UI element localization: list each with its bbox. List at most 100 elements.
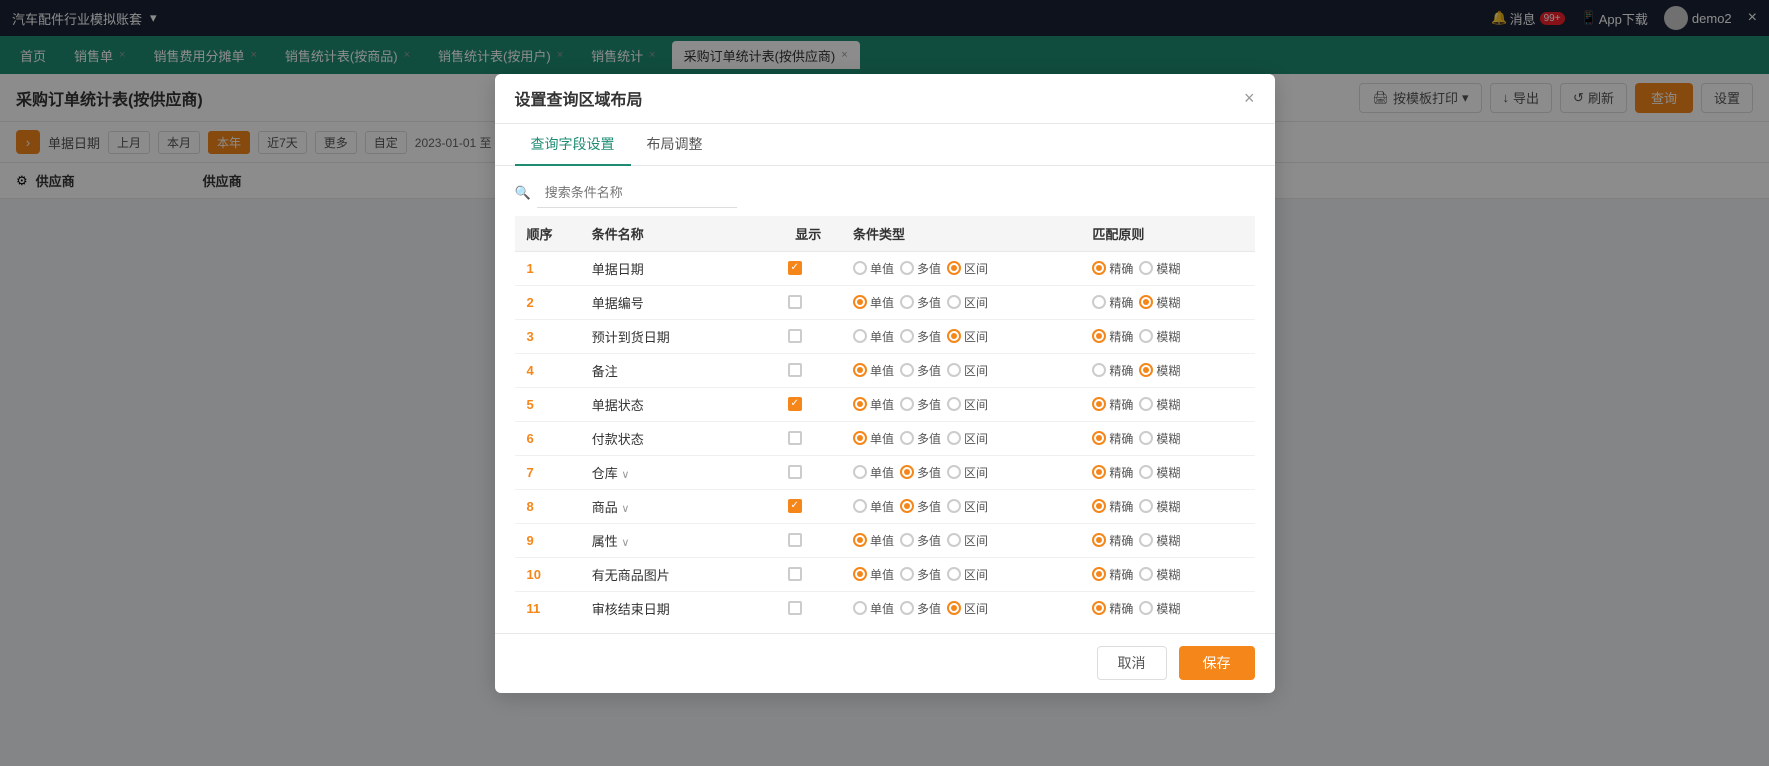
type-radio-单值-9[interactable] xyxy=(853,567,867,581)
type-radio-多值-3[interactable] xyxy=(900,363,914,377)
condition-search-input[interactable] xyxy=(537,178,737,208)
display-checkbox-4[interactable] xyxy=(788,397,802,411)
row-display-8[interactable] xyxy=(776,523,841,557)
display-checkbox-0[interactable] xyxy=(788,261,802,275)
match-radio-模糊-8[interactable] xyxy=(1139,533,1153,547)
row-display-0[interactable] xyxy=(776,251,841,285)
match-radio-精确-4[interactable] xyxy=(1092,397,1106,411)
modal-close-btn[interactable]: × xyxy=(1244,89,1255,107)
match-radio-精确-6[interactable] xyxy=(1092,465,1106,479)
type-radio-区间-10[interactable] xyxy=(947,601,961,615)
cancel-btn[interactable]: 取消 xyxy=(1097,646,1167,680)
match-radio-精确-5[interactable] xyxy=(1092,431,1106,445)
type-radio-多值-10[interactable] xyxy=(900,601,914,615)
type-radio-区间-9[interactable] xyxy=(947,567,961,581)
match-radio-精确-7[interactable] xyxy=(1092,499,1106,513)
type-radio-多值-8[interactable] xyxy=(900,533,914,547)
type-radio-区间-5[interactable] xyxy=(947,431,961,445)
match-radio-精确-9[interactable] xyxy=(1092,567,1106,581)
match-radio-精确-10[interactable] xyxy=(1092,601,1106,615)
display-checkbox-2[interactable] xyxy=(788,329,802,343)
row-order-5: 6 xyxy=(515,421,580,455)
match-radio-精确-0[interactable] xyxy=(1092,261,1106,275)
type-radio-单值-5[interactable] xyxy=(853,431,867,445)
modal-tab-query-fields[interactable]: 查询字段设置 xyxy=(515,124,631,166)
match-radio-精确-8[interactable] xyxy=(1092,533,1106,547)
match-radio-精确-3[interactable] xyxy=(1092,363,1106,377)
row-order-4: 5 xyxy=(515,387,580,421)
type-radio-区间-6[interactable] xyxy=(947,465,961,479)
type-radio-区间-1[interactable] xyxy=(947,295,961,309)
row-display-5[interactable] xyxy=(776,421,841,455)
type-radio-单值-6[interactable] xyxy=(853,465,867,479)
row-display-2[interactable] xyxy=(776,319,841,353)
type-radio-区间-2[interactable] xyxy=(947,329,961,343)
match-radio-模糊-1[interactable] xyxy=(1139,295,1153,309)
display-checkbox-10[interactable] xyxy=(788,601,802,615)
type-radio-多值-1[interactable] xyxy=(900,295,914,309)
display-checkbox-1[interactable] xyxy=(788,295,802,309)
match-radio-模糊-6[interactable] xyxy=(1139,465,1153,479)
type-radio-单值-0[interactable] xyxy=(853,261,867,275)
display-checkbox-3[interactable] xyxy=(788,363,802,377)
display-checkbox-8[interactable] xyxy=(788,533,802,547)
match-radio-精确-2[interactable] xyxy=(1092,329,1106,343)
match-radio-精确-1[interactable] xyxy=(1092,295,1106,309)
match-radio-模糊-0[interactable] xyxy=(1139,261,1153,275)
display-checkbox-5[interactable] xyxy=(788,431,802,445)
table-row: 10有无商品图片单值多值区间精确模糊 xyxy=(515,557,1255,591)
type-radio-多值-6[interactable] xyxy=(900,465,914,479)
row-display-7[interactable] xyxy=(776,489,841,523)
type-radio-多值-0[interactable] xyxy=(900,261,914,275)
row-order-3: 4 xyxy=(515,353,580,387)
row-display-4[interactable] xyxy=(776,387,841,421)
type-radio-多值-4[interactable] xyxy=(900,397,914,411)
type-radio-区间-8[interactable] xyxy=(947,533,961,547)
type-radio-单值-7[interactable] xyxy=(853,499,867,513)
row-type-8: 单值多值区间 xyxy=(841,523,1080,557)
type-radio-单值-4[interactable] xyxy=(853,397,867,411)
type-radio-多值-7[interactable] xyxy=(900,499,914,513)
match-radio-模糊-3[interactable] xyxy=(1139,363,1153,377)
row-display-3[interactable] xyxy=(776,353,841,387)
match-radio-模糊-5[interactable] xyxy=(1139,431,1153,445)
row-display-6[interactable] xyxy=(776,455,841,489)
row-name-6: 仓库 ∨ xyxy=(580,455,776,489)
type-radio-多值-2[interactable] xyxy=(900,329,914,343)
row-match-4: 精确模糊 xyxy=(1080,387,1254,421)
type-radio-单值-1[interactable] xyxy=(853,295,867,309)
type-radio-单值-3[interactable] xyxy=(853,363,867,377)
type-radio-区间-3[interactable] xyxy=(947,363,961,377)
type-radio-多值-5[interactable] xyxy=(900,431,914,445)
row-display-10[interactable] xyxy=(776,591,841,625)
row-type-0: 单值多值区间 xyxy=(841,251,1080,285)
match-radio-模糊-2[interactable] xyxy=(1139,329,1153,343)
type-radio-区间-7[interactable] xyxy=(947,499,961,513)
type-radio-单值-2[interactable] xyxy=(853,329,867,343)
type-radio-区间-4[interactable] xyxy=(947,397,961,411)
save-btn[interactable]: 保存 xyxy=(1179,646,1255,680)
match-radio-模糊-10[interactable] xyxy=(1139,601,1153,615)
row-type-9: 单值多值区间 xyxy=(841,557,1080,591)
row-display-9[interactable] xyxy=(776,557,841,591)
display-checkbox-6[interactable] xyxy=(788,465,802,479)
type-radio-单值-10[interactable] xyxy=(853,601,867,615)
display-checkbox-7[interactable] xyxy=(788,499,802,513)
modal-tab-layout[interactable]: 布局调整 xyxy=(631,124,719,166)
row-match-10: 精确模糊 xyxy=(1080,591,1254,625)
row-display-1[interactable] xyxy=(776,285,841,319)
type-radio-区间-0[interactable] xyxy=(947,261,961,275)
match-radio-模糊-7[interactable] xyxy=(1139,499,1153,513)
conditions-table: 顺序 条件名称 显示 条件类型 匹配原则 1单据日期单值多值区间精确模糊2单据编… xyxy=(515,216,1255,625)
type-radio-单值-8[interactable] xyxy=(853,533,867,547)
match-radio-模糊-9[interactable] xyxy=(1139,567,1153,581)
row-match-3: 精确模糊 xyxy=(1080,353,1254,387)
th-display: 显示 xyxy=(776,216,841,252)
match-radio-模糊-4[interactable] xyxy=(1139,397,1153,411)
row-type-10: 单值多值区间 xyxy=(841,591,1080,625)
modal-search-bar: 🔍 xyxy=(495,166,1275,208)
row-name-5: 付款状态 xyxy=(580,421,776,455)
type-radio-多值-9[interactable] xyxy=(900,567,914,581)
table-row: 7仓库 ∨单值多值区间精确模糊 xyxy=(515,455,1255,489)
display-checkbox-9[interactable] xyxy=(788,567,802,581)
